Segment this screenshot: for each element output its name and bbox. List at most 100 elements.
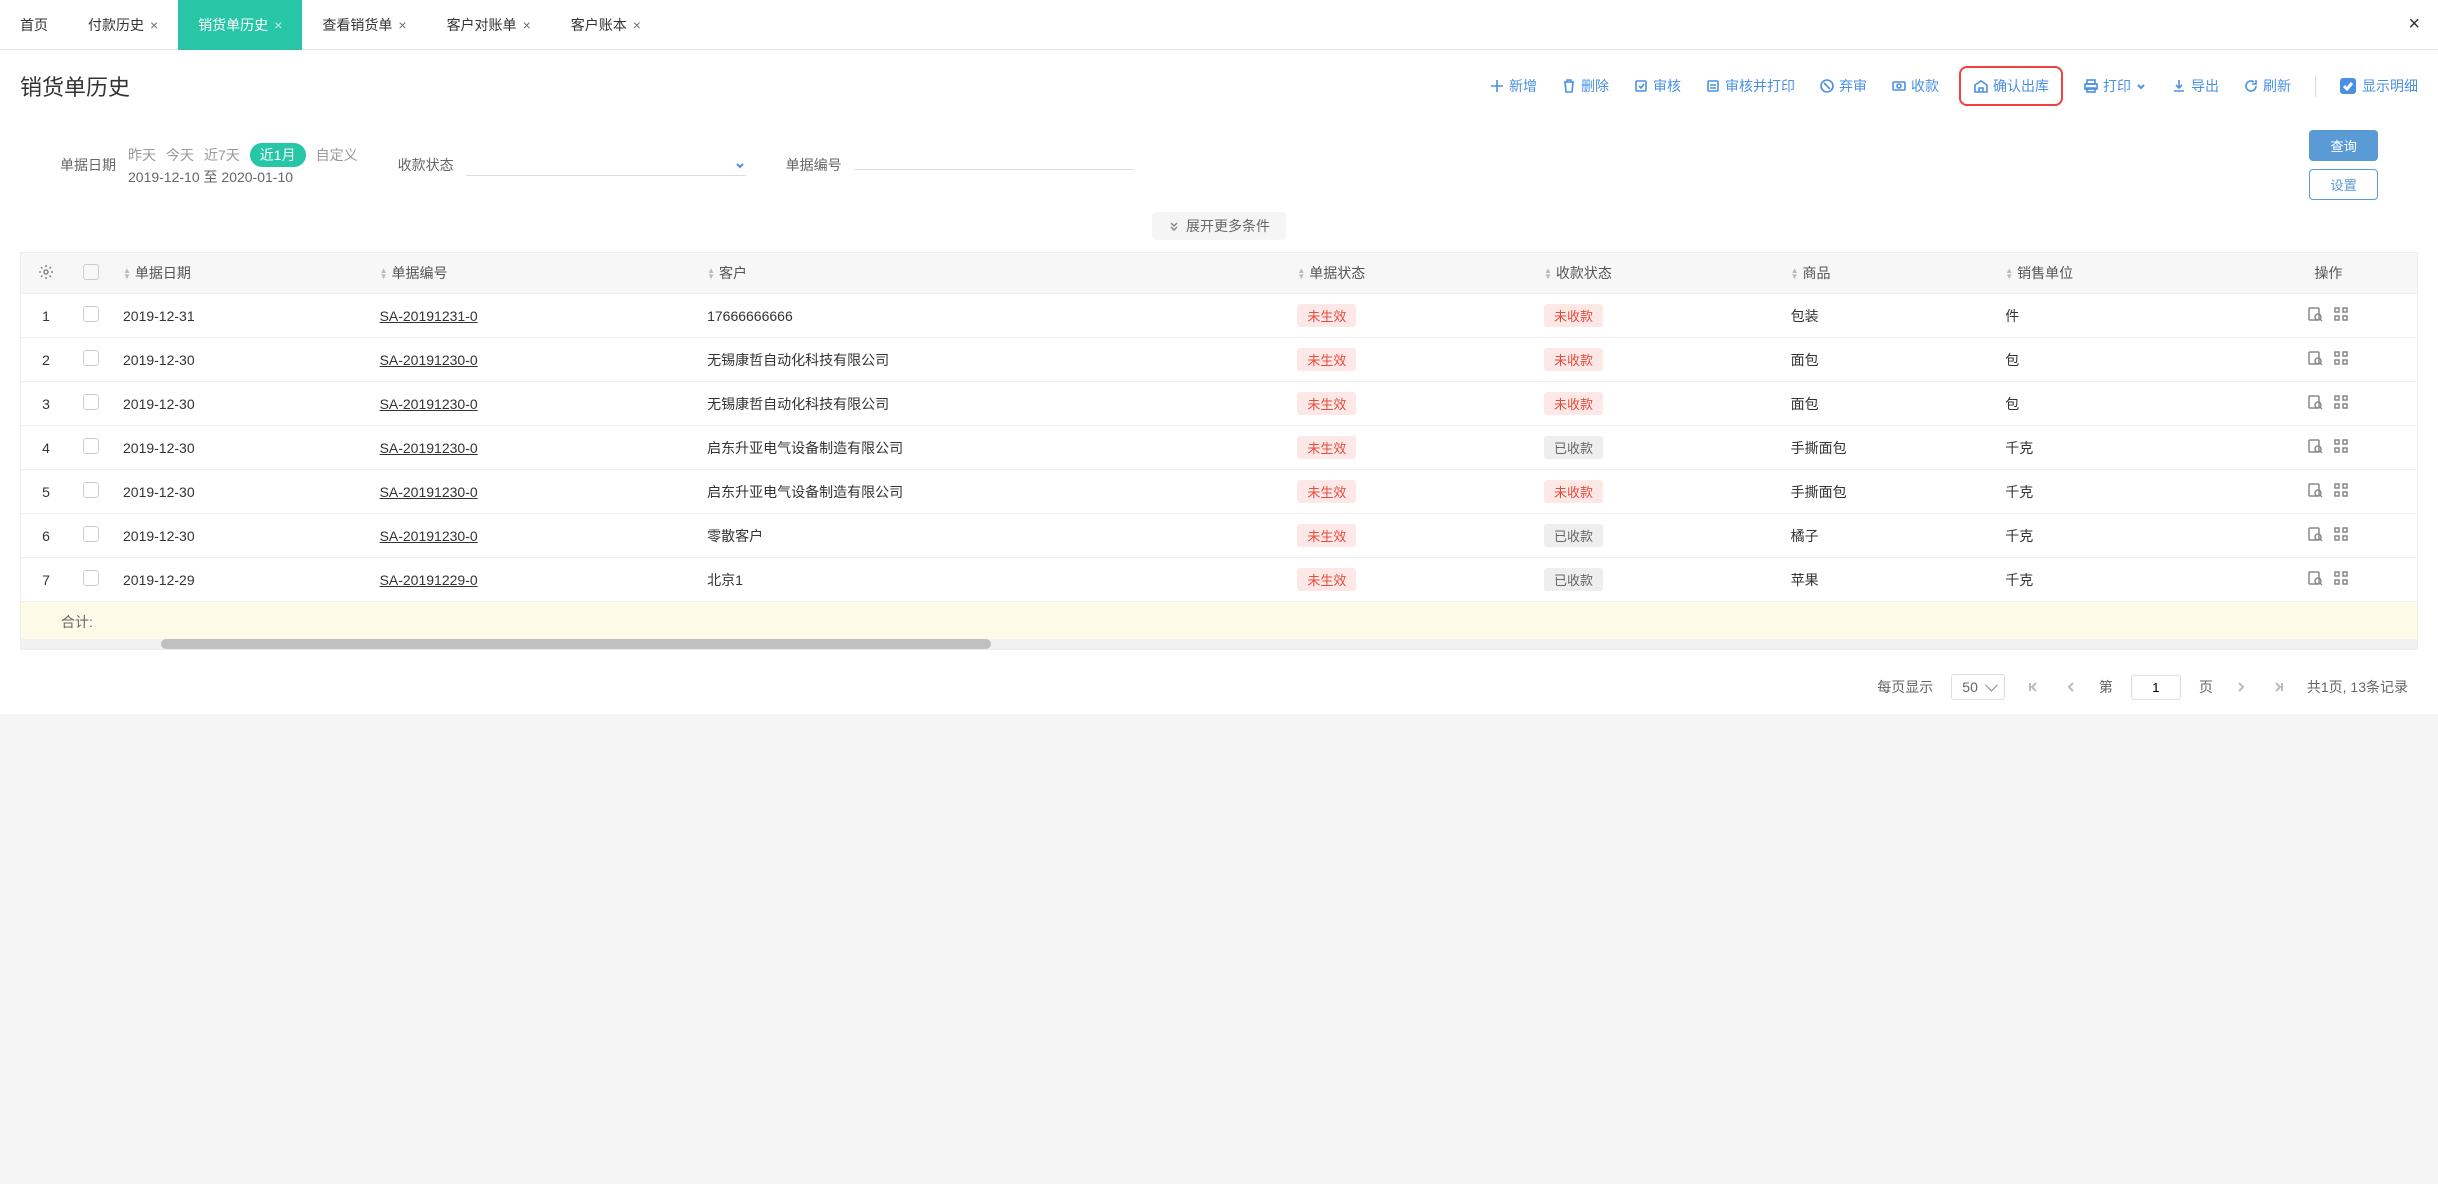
row-checkbox[interactable] xyxy=(83,438,99,454)
view-detail-icon[interactable] xyxy=(2307,438,2323,457)
view-detail-icon[interactable] xyxy=(2307,482,2323,501)
doc-status-badge: 未生效 xyxy=(1297,480,1356,503)
close-all-tabs[interactable]: × xyxy=(2400,13,2428,36)
page-title: 销货单历史 xyxy=(20,70,130,102)
close-icon[interactable]: × xyxy=(523,17,531,33)
page-input[interactable] xyxy=(2131,675,2181,700)
sort-icon[interactable]: ▲▼ xyxy=(707,268,715,280)
row-checkbox[interactable] xyxy=(83,526,99,542)
tab-view-sales[interactable]: 查看销货单× xyxy=(302,0,426,50)
doc-no-link[interactable]: SA-20191229-0 xyxy=(380,572,478,588)
date-range-display[interactable]: 2019-12-10 至 2020-01-10 xyxy=(128,167,358,187)
doc-no-link[interactable]: SA-20191230-0 xyxy=(380,484,478,500)
show-detail-toggle[interactable]: 显示明细 xyxy=(2340,76,2418,96)
print-icon xyxy=(2083,78,2099,94)
more-actions-icon[interactable] xyxy=(2333,306,2349,325)
pagination-summary: 共1页, 13条记录 xyxy=(2307,677,2408,697)
audit-print-button[interactable]: 审核并打印 xyxy=(1705,76,1795,96)
row-checkbox[interactable] xyxy=(83,570,99,586)
doc-status-badge: 未生效 xyxy=(1297,436,1356,459)
close-icon[interactable]: × xyxy=(398,17,406,33)
doc-no-link[interactable]: SA-20191230-0 xyxy=(380,352,478,368)
delete-button[interactable]: 删除 xyxy=(1561,76,1609,96)
col-unit: 销售单位 xyxy=(2017,265,2073,281)
more-actions-icon[interactable] xyxy=(2333,526,2349,545)
more-actions-icon[interactable] xyxy=(2333,570,2349,589)
add-button[interactable]: 新增 xyxy=(1489,76,1537,96)
collect-status-select[interactable] xyxy=(466,155,746,176)
table-row: 42019-12-30SA-20191230-0启东升亚电气设备制造有限公司未生… xyxy=(21,426,2417,470)
tab-payment-history[interactable]: 付款历史× xyxy=(68,0,178,50)
close-icon[interactable]: × xyxy=(150,17,158,33)
refresh-button[interactable]: 刷新 xyxy=(2243,76,2291,96)
date-quick-today[interactable]: 今天 xyxy=(166,145,194,165)
doc-no-link[interactable]: SA-20191230-0 xyxy=(380,396,478,412)
close-icon[interactable]: × xyxy=(633,17,641,33)
tab-customer-ledger[interactable]: 客户账本× xyxy=(551,0,661,50)
settings-button[interactable]: 设置 xyxy=(2309,169,2378,200)
date-quick-7days[interactable]: 近7天 xyxy=(204,145,240,165)
row-checkbox[interactable] xyxy=(83,394,99,410)
col-docno: 单据编号 xyxy=(391,265,447,281)
cell-customer: 启东升亚电气设备制造有限公司 xyxy=(695,470,1285,514)
date-quick-custom[interactable]: 自定义 xyxy=(316,145,358,165)
more-actions-icon[interactable] xyxy=(2333,350,2349,369)
collect-button[interactable]: 收款 xyxy=(1891,76,1939,96)
doc-status-badge: 未生效 xyxy=(1297,568,1356,591)
row-index: 3 xyxy=(21,382,71,426)
col-collect-status: 收款状态 xyxy=(1556,265,1612,281)
view-detail-icon[interactable] xyxy=(2307,350,2323,369)
doc-status-badge: 未生效 xyxy=(1297,392,1356,415)
sort-icon[interactable]: ▲▼ xyxy=(1791,268,1799,280)
unaudit-button[interactable]: 弃审 xyxy=(1819,76,1867,96)
row-checkbox[interactable] xyxy=(83,350,99,366)
date-quick-yesterday[interactable]: 昨天 xyxy=(128,145,156,165)
sort-icon[interactable]: ▲▼ xyxy=(1297,268,1305,280)
next-page-button[interactable] xyxy=(2231,677,2251,697)
first-page-button[interactable] xyxy=(2023,677,2043,697)
confirm-out-button[interactable]: 确认出库 xyxy=(1959,66,2063,106)
view-detail-icon[interactable] xyxy=(2307,394,2323,413)
cell-date: 2019-12-29 xyxy=(111,558,368,602)
doc-no-link[interactable]: SA-20191230-0 xyxy=(380,528,478,544)
close-icon[interactable]: × xyxy=(274,17,282,33)
sort-icon[interactable]: ▲▼ xyxy=(380,268,388,280)
doc-no-link[interactable]: SA-20191231-0 xyxy=(380,308,478,324)
audit-button[interactable]: 审核 xyxy=(1633,76,1681,96)
doc-no-link[interactable]: SA-20191230-0 xyxy=(380,440,478,456)
view-detail-icon[interactable] xyxy=(2307,526,2323,545)
tab-home[interactable]: 首页 xyxy=(0,0,68,50)
select-all-checkbox[interactable] xyxy=(83,264,99,280)
tab-customer-statement[interactable]: 客户对账单× xyxy=(427,0,551,50)
export-button[interactable]: 导出 xyxy=(2171,76,2219,96)
sort-icon[interactable]: ▲▼ xyxy=(1544,268,1552,280)
print-button[interactable]: 打印 xyxy=(2083,76,2147,96)
last-page-button[interactable] xyxy=(2269,677,2289,697)
date-quick-1month[interactable]: 近1月 xyxy=(250,143,306,167)
table-row: 22019-12-30SA-20191230-0无锡康哲自动化科技有限公司未生效… xyxy=(21,338,2417,382)
view-detail-icon[interactable] xyxy=(2307,570,2323,589)
sort-icon[interactable]: ▲▼ xyxy=(123,268,131,280)
doc-status-badge: 未生效 xyxy=(1297,524,1356,547)
col-doc-status: 单据状态 xyxy=(1309,265,1365,281)
gear-icon[interactable] xyxy=(38,267,54,283)
filter-docno-label: 单据编号 xyxy=(786,155,842,175)
more-actions-icon[interactable] xyxy=(2333,482,2349,501)
expand-more-filters[interactable]: 展开更多条件 xyxy=(1152,212,1286,240)
cell-product: 手撕面包 xyxy=(1779,470,1994,514)
row-checkbox[interactable] xyxy=(83,482,99,498)
more-actions-icon[interactable] xyxy=(2333,438,2349,457)
horizontal-scrollbar[interactable] xyxy=(21,639,2417,649)
sort-icon[interactable]: ▲▼ xyxy=(2005,268,2013,280)
prev-page-button[interactable] xyxy=(2061,677,2081,697)
more-actions-icon[interactable] xyxy=(2333,394,2349,413)
cell-date: 2019-12-31 xyxy=(111,294,368,338)
per-page-select[interactable]: 50 xyxy=(1951,674,2005,700)
doc-no-input[interactable] xyxy=(854,161,1134,170)
row-checkbox[interactable] xyxy=(83,306,99,322)
filter-date-label: 单据日期 xyxy=(60,155,116,175)
query-button[interactable]: 查询 xyxy=(2309,130,2378,161)
collect-status-badge: 未收款 xyxy=(1544,392,1603,415)
view-detail-icon[interactable] xyxy=(2307,306,2323,325)
tab-sales-history[interactable]: 销货单历史× xyxy=(178,0,302,50)
